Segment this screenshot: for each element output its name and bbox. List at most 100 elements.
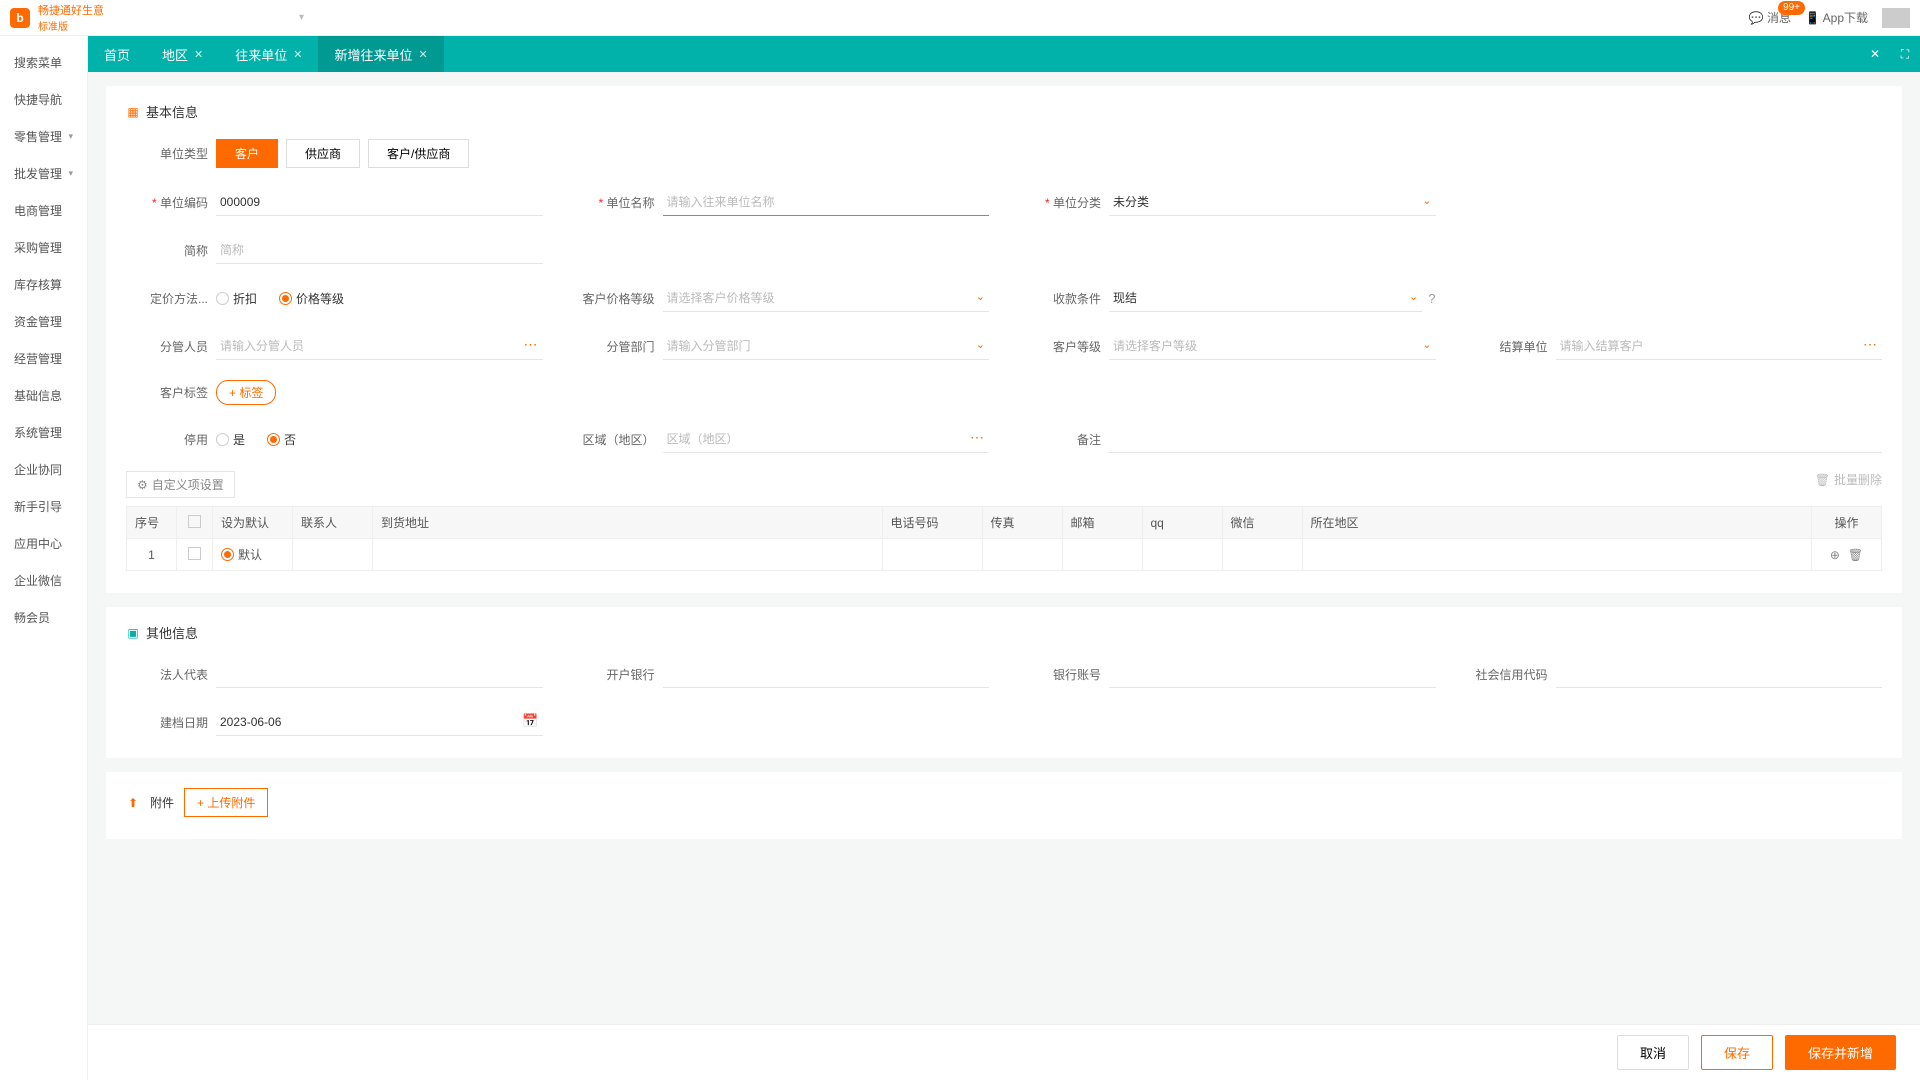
custom-settings-button[interactable]: ⚙自定义项设置: [126, 471, 235, 498]
cell-address[interactable]: [373, 539, 883, 571]
avatar[interactable]: [1882, 8, 1910, 28]
close-icon[interactable]: ✕: [419, 48, 428, 61]
attachment-icon: ⬆: [126, 796, 140, 810]
sidebar-item[interactable]: 电商管理: [0, 192, 87, 229]
tab-home[interactable]: 首页: [88, 36, 146, 72]
tab-partners[interactable]: 往来单位✕: [219, 36, 318, 72]
dept-select[interactable]: [663, 332, 990, 360]
unit-code-input[interactable]: [216, 188, 543, 216]
th-email: 邮箱: [1062, 507, 1142, 539]
sidebar-item[interactable]: 新手引导: [0, 488, 87, 525]
cell-qq[interactable]: [1142, 539, 1222, 571]
default-radio[interactable]: 默认: [221, 546, 262, 563]
phone-icon: 📱: [1805, 11, 1820, 25]
cell-email[interactable]: [1062, 539, 1142, 571]
brand-subtitle: 标准版: [38, 18, 104, 33]
unit-type-both[interactable]: 客户/供应商: [368, 139, 469, 168]
bank-input[interactable]: [663, 660, 990, 688]
add-row-button[interactable]: ⊕: [1830, 548, 1840, 562]
tab-region[interactable]: 地区✕: [146, 36, 219, 72]
app-download-link[interactable]: 📱 App下载: [1805, 9, 1868, 26]
th-region: 所在地区: [1302, 507, 1812, 539]
help-icon[interactable]: ?: [1428, 291, 1435, 306]
legal-label: 法人代表: [126, 666, 208, 683]
unit-type-label: 单位类型: [126, 145, 208, 162]
th-seq: 序号: [127, 507, 177, 539]
batch-delete-button[interactable]: 🗑批量删除: [1815, 471, 1882, 488]
th-address: 到货地址: [373, 507, 883, 539]
cust-price-level-label: 客户价格等级: [573, 290, 655, 307]
admin-input[interactable]: [216, 332, 543, 360]
dept-label: 分管部门: [573, 338, 655, 355]
cust-price-level-select[interactable]: [663, 284, 990, 312]
chevron-down-icon: ⌄: [976, 338, 985, 351]
sidebar-item[interactable]: 应用中心: [0, 525, 87, 562]
sidebar-item[interactable]: 企业协同: [0, 451, 87, 488]
messages-link[interactable]: 💬 消息: [1749, 9, 1791, 26]
disabled-yes-radio[interactable]: 是: [216, 431, 245, 448]
cell-region[interactable]: [1302, 539, 1812, 571]
more-icon[interactable]: ⋯: [524, 336, 539, 353]
add-tag-button[interactable]: + 标签: [216, 380, 276, 405]
cell-contact[interactable]: [293, 539, 373, 571]
close-all-button[interactable]: ✕: [1860, 47, 1890, 61]
sidebar-item[interactable]: 基础信息: [0, 377, 87, 414]
save-button[interactable]: 保存: [1701, 1035, 1773, 1070]
unit-name-input[interactable]: [663, 188, 990, 216]
pricing-discount-radio[interactable]: 折扣: [216, 290, 257, 307]
sidebar-item[interactable]: 采购管理: [0, 229, 87, 266]
select-all-checkbox[interactable]: [188, 515, 201, 528]
region-input[interactable]: [663, 425, 990, 453]
more-icon[interactable]: ⋯: [970, 429, 985, 446]
trash-icon: 🗑: [1815, 473, 1830, 487]
sidebar-item[interactable]: 畅会员: [0, 599, 87, 636]
settle-unit-input[interactable]: [1556, 332, 1883, 360]
upload-button[interactable]: + 上传附件: [184, 788, 268, 817]
unit-type-supplier[interactable]: 供应商: [286, 139, 360, 168]
pricing-level-radio[interactable]: 价格等级: [279, 290, 344, 307]
cust-level-label: 客户等级: [1019, 338, 1101, 355]
cell-phone[interactable]: [882, 539, 982, 571]
section-icon: ▣: [126, 626, 140, 640]
account-label: 银行账号: [1019, 666, 1101, 683]
more-icon[interactable]: ⋯: [1863, 336, 1878, 353]
save-and-add-button[interactable]: 保存并新增: [1785, 1035, 1896, 1070]
short-name-input[interactable]: [216, 236, 543, 264]
close-icon[interactable]: ✕: [194, 48, 203, 61]
top-header: b 畅捷通好生意 标准版 ▾ 💬 消息 📱 App下载: [0, 0, 1920, 36]
sidebar-item[interactable]: 快捷导航: [0, 81, 87, 118]
cust-level-select[interactable]: [1109, 332, 1436, 360]
cell-fax[interactable]: [982, 539, 1062, 571]
file-date-input[interactable]: [216, 708, 543, 736]
sidebar-item[interactable]: 经营管理: [0, 340, 87, 377]
sidebar-item[interactable]: 企业微信: [0, 562, 87, 599]
legal-input[interactable]: [216, 660, 543, 688]
cancel-button[interactable]: 取消: [1617, 1035, 1689, 1070]
remark-input[interactable]: [1109, 425, 1882, 453]
logo: b 畅捷通好生意 标准版: [10, 2, 104, 33]
org-selector[interactable]: ▾: [124, 7, 304, 29]
close-icon[interactable]: ✕: [293, 48, 302, 61]
tab-new-partner[interactable]: 新增往来单位✕: [318, 36, 443, 72]
recv-cond-select[interactable]: [1109, 284, 1422, 312]
sidebar-item[interactable]: 库存核算: [0, 266, 87, 303]
sidebar-item[interactable]: 系统管理: [0, 414, 87, 451]
row-checkbox[interactable]: [188, 547, 201, 560]
unit-class-label: 单位分类: [1019, 194, 1101, 211]
sidebar-item[interactable]: 批发管理▾: [0, 155, 87, 192]
cell-seq: 1: [127, 539, 177, 571]
delete-row-button[interactable]: 🗑: [1848, 548, 1863, 562]
cell-wechat[interactable]: [1222, 539, 1302, 571]
recv-cond-label: 收款条件: [1019, 290, 1101, 307]
unit-class-select[interactable]: [1109, 188, 1436, 216]
th-default: 设为默认: [213, 507, 293, 539]
calendar-icon[interactable]: 📅: [522, 713, 538, 729]
sidebar-item[interactable]: 搜索菜单: [0, 44, 87, 81]
sidebar-item[interactable]: 零售管理▾: [0, 118, 87, 155]
account-input[interactable]: [1109, 660, 1436, 688]
unit-type-customer[interactable]: 客户: [216, 139, 278, 168]
credit-input[interactable]: [1556, 660, 1883, 688]
fullscreen-button[interactable]: ⛶: [1890, 47, 1920, 62]
disabled-no-radio[interactable]: 否: [267, 431, 296, 448]
sidebar-item[interactable]: 资金管理: [0, 303, 87, 340]
